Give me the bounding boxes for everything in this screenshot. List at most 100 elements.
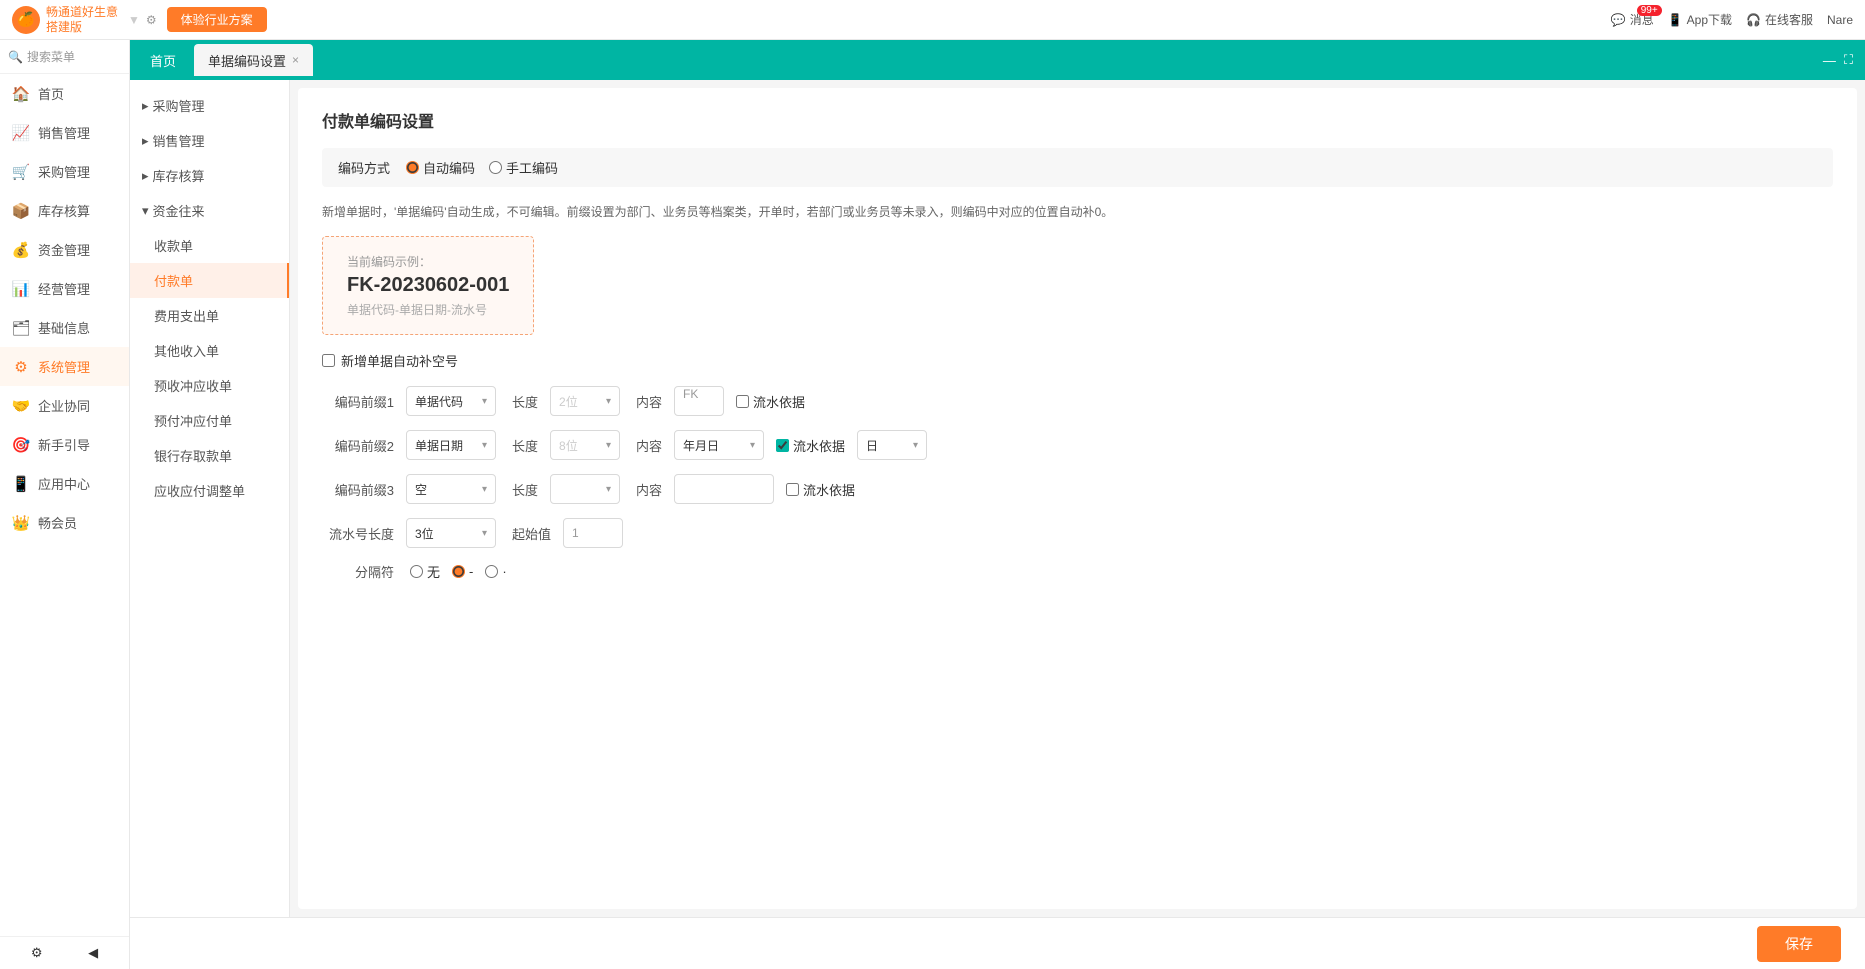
prefix3-content-label: 内容	[636, 480, 662, 499]
group-capital: ▾ 资金往来 收款单 付款单 费用支出单 其他收入单 预收冲应收单 预付冲应付单…	[130, 193, 289, 508]
sidebar-item-member[interactable]: 👑 畅会员	[0, 503, 129, 542]
chevron-right-icon3: ▸	[142, 168, 149, 184]
tab-home[interactable]: 首页	[136, 44, 190, 76]
manual-radio-input[interactable]	[489, 161, 502, 174]
user-account[interactable]: Nare	[1827, 13, 1853, 27]
sidebar-item-collab[interactable]: 🤝 企业协同	[0, 386, 129, 425]
prefix1-serial-label: 流水依据	[736, 392, 805, 411]
auto-radio-input[interactable]	[406, 161, 419, 174]
prefix2-unit-select[interactable]: 日	[857, 430, 927, 460]
sidebar-item-purchase[interactable]: 🛒 采购管理	[0, 152, 129, 191]
apps-icon: 📱	[12, 475, 30, 493]
sub-item-other-income[interactable]: 其他收入单	[130, 333, 289, 368]
serial-start-label: 起始值	[512, 524, 551, 543]
collab-icon: 🤝	[12, 397, 30, 415]
prefix2-content-select[interactable]: 年月日	[674, 430, 764, 460]
prefix2-serial-label: 流水依据	[776, 436, 845, 455]
group-sales-title[interactable]: ▸ 销售管理	[130, 123, 289, 158]
sidebar-item-management[interactable]: 📊 经营管理	[0, 269, 129, 308]
group-purchase-title[interactable]: ▸ 采购管理	[130, 88, 289, 123]
group-purchase: ▸ 采购管理	[130, 88, 289, 123]
prefix1-content-input[interactable]: FK	[674, 386, 724, 416]
sub-item-payment[interactable]: 付款单	[130, 263, 289, 298]
sales-icon: 📈	[12, 124, 30, 142]
auto-fill-checkbox[interactable]	[322, 354, 335, 367]
prefix1-length-select[interactable]: 2位	[550, 386, 620, 416]
settings-icon[interactable]: ⚙	[31, 945, 43, 961]
group-inventory-title[interactable]: ▸ 库存核算	[130, 158, 289, 193]
message-button[interactable]: 💬 消息 99+	[1611, 11, 1654, 28]
prefix2-length-select[interactable]: 8位	[550, 430, 620, 460]
sidebar-item-sales[interactable]: 📈 销售管理	[0, 113, 129, 152]
prefix1-select[interactable]: 单据代码	[406, 386, 496, 416]
sub-item-prepay-ap[interactable]: 预付冲应付单	[130, 403, 289, 438]
message-badge: 99+	[1637, 5, 1662, 16]
sep-none-label[interactable]: 无	[410, 562, 440, 581]
chevron-right-icon: ▸	[142, 98, 149, 114]
manual-radio-label[interactable]: 手工编码	[489, 158, 558, 177]
prefix3-serial-checkbox[interactable]	[786, 483, 799, 496]
auto-radio-label[interactable]: 自动编码	[406, 158, 475, 177]
tab-maximize-icon[interactable]: ⛶	[1844, 52, 1853, 68]
prefix3-length-chevron	[606, 484, 611, 495]
prefix1-content-label: 内容	[636, 392, 662, 411]
sep-none-radio[interactable]	[410, 565, 423, 578]
encoding-method-row: 编码方式 自动编码 手工编码	[322, 148, 1833, 187]
logo-text: 畅通道好生意 搭建版	[46, 5, 118, 34]
prefix3-select[interactable]: 空	[406, 474, 496, 504]
prefix2-content-label: 内容	[636, 436, 662, 455]
serial-length-select[interactable]: 3位	[406, 518, 496, 548]
tab-minimize-icon[interactable]: —	[1823, 53, 1836, 68]
serial-start-input[interactable]	[563, 518, 623, 548]
save-button[interactable]: 保存	[1757, 926, 1841, 962]
online-service-button[interactable]: 🎧 在线客服	[1746, 11, 1813, 28]
sidebar-item-inventory[interactable]: 📦 库存核算	[0, 191, 129, 230]
collapse-icon[interactable]: ◀	[88, 945, 98, 961]
sub-item-bank[interactable]: 银行存取款单	[130, 438, 289, 473]
radio-group: 自动编码 手工编码	[406, 158, 558, 177]
prefix3-content-input[interactable]	[674, 474, 774, 504]
main-layout: 🔍 搜索菜单 🏠 首页 📈 销售管理 🛒 采购管理 📦 库存核算 💰 资金管理 …	[0, 40, 1865, 969]
sub-item-expense[interactable]: 费用支出单	[130, 298, 289, 333]
sidebar-item-finance[interactable]: 💰 资金管理	[0, 230, 129, 269]
app-download-button[interactable]: 📱 App下载	[1668, 11, 1732, 28]
sidebar-item-guide[interactable]: 🎯 新手引导	[0, 425, 129, 464]
trial-button[interactable]: 体验行业方案	[167, 7, 267, 32]
app-logo: 🍊 畅通道好生意 搭建版	[12, 5, 118, 34]
member-icon: 👑	[12, 514, 30, 532]
tab-bar-actions: — ⛶	[1823, 52, 1861, 68]
sep-dash-radio[interactable]	[452, 565, 465, 578]
prefix2-length-label: 长度	[512, 436, 538, 455]
sep-dash-label[interactable]: -	[452, 564, 473, 579]
prefix2-row: 编码前缀2 单据日期 长度 8位 内容 年月日	[322, 430, 1833, 460]
sep-dot-radio[interactable]	[485, 565, 498, 578]
code-preview-box: 当前编码示例： FK-20230602-001 单据代码-单据日期-流水号	[322, 236, 534, 335]
sub-item-adjust[interactable]: 应收应付调整单	[130, 473, 289, 508]
prefix1-chevron	[482, 396, 487, 407]
sidebar-item-apps[interactable]: 📱 应用中心	[0, 464, 129, 503]
sidebar-item-home[interactable]: 🏠 首页	[0, 74, 129, 113]
prefix3-length-select[interactable]	[550, 474, 620, 504]
group-capital-title[interactable]: ▾ 资金往来	[130, 193, 289, 228]
search-menu[interactable]: 🔍 搜索菜单	[0, 40, 129, 74]
prefix1-serial-checkbox[interactable]	[736, 395, 749, 408]
tab-encoding-settings[interactable]: 单据编码设置 ×	[194, 44, 313, 76]
sidebar-item-basic[interactable]: 🗂 基础信息	[0, 308, 129, 347]
guide-icon: 🎯	[12, 436, 30, 454]
prefix3-row: 编码前缀3 空 长度 内容 流水依据	[322, 474, 1833, 504]
prefix2-length-chevron	[606, 440, 611, 451]
group-inventory: ▸ 库存核算	[130, 158, 289, 193]
tab-close-icon[interactable]: ×	[292, 53, 299, 67]
page-content: ▸ 采购管理 ▸ 销售管理 ▸ 库存核算	[130, 80, 1865, 917]
sep-dot-label[interactable]: ·	[485, 564, 506, 579]
serial-label: 流水号长度	[322, 524, 394, 543]
top-bar-left: 🍊 畅通道好生意 搭建版 ▼ ⚙ 体验行业方案	[12, 5, 267, 34]
prefix2-serial-checkbox[interactable]	[776, 439, 789, 452]
management-icon: 📊	[12, 280, 30, 298]
sub-item-prepay-ar[interactable]: 预收冲应收单	[130, 368, 289, 403]
prefix2-select[interactable]: 单据日期	[406, 430, 496, 460]
auto-fill-row: 新增单据自动补空号	[322, 351, 1833, 370]
form-area: 付款单编码设置 编码方式 自动编码 手工编码	[298, 88, 1857, 909]
sub-item-receipt[interactable]: 收款单	[130, 228, 289, 263]
sidebar-item-system[interactable]: ⚙ 系统管理	[0, 347, 129, 386]
